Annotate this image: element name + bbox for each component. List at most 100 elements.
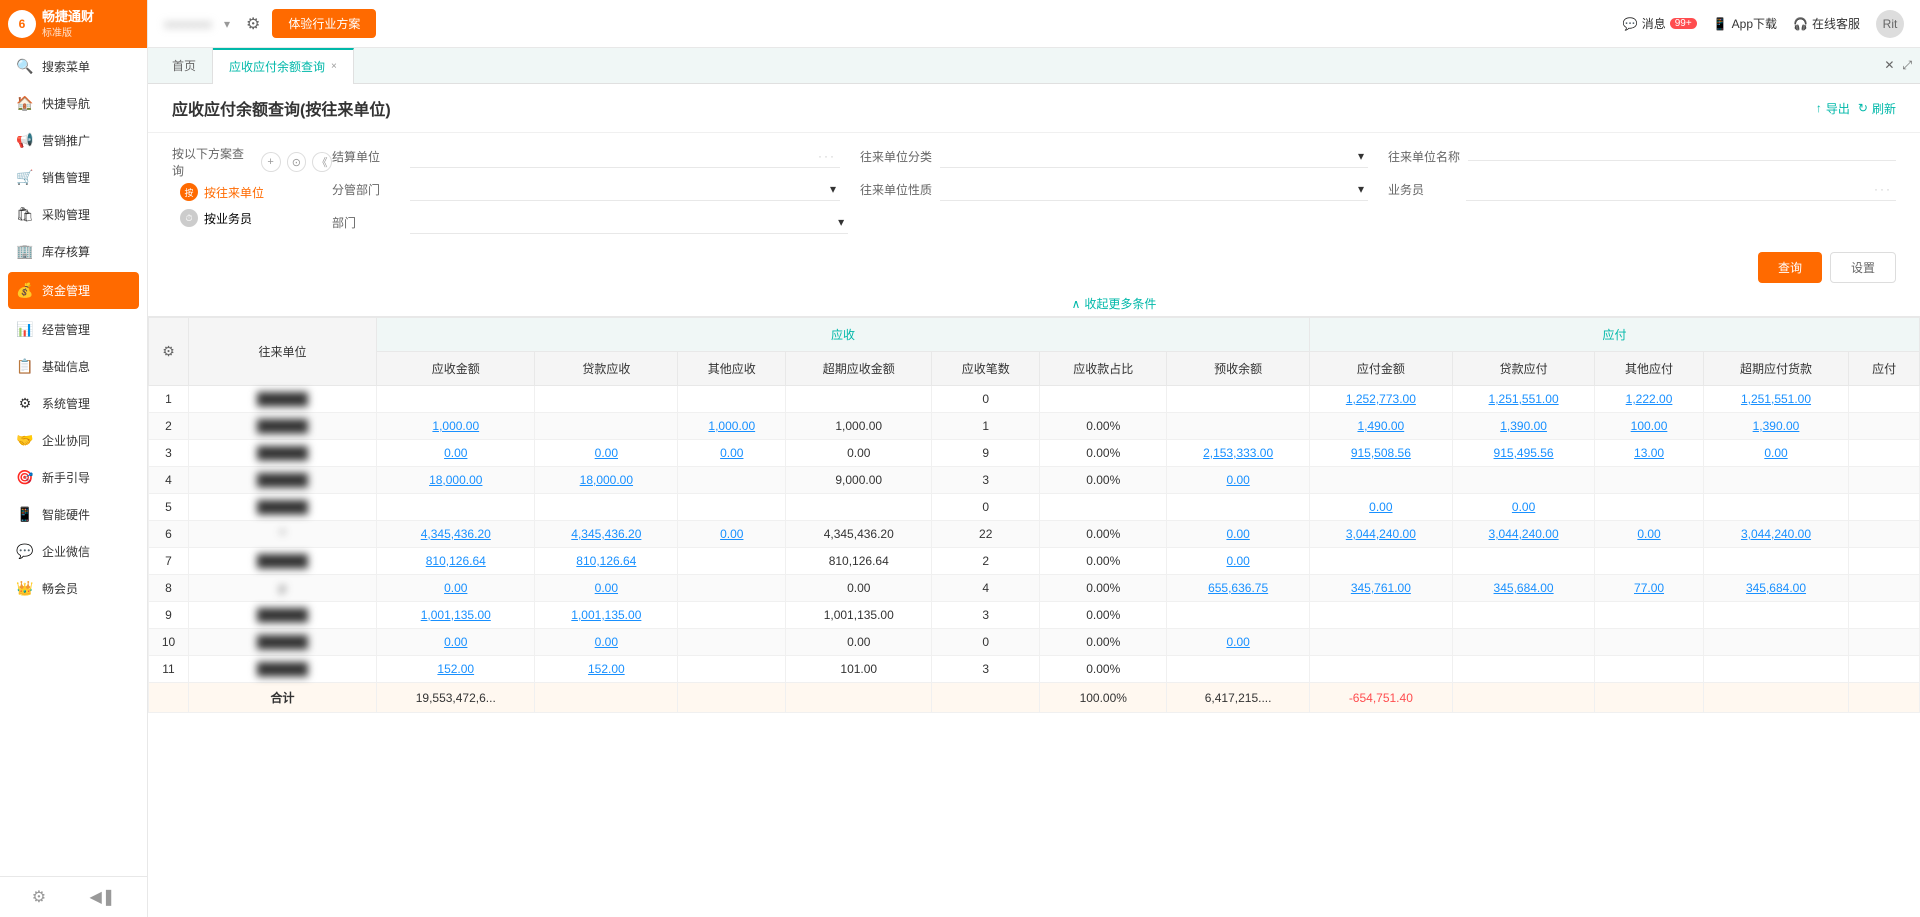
table-cell[interactable] bbox=[1595, 494, 1703, 521]
table-cell[interactable]: 1,001,135.00 bbox=[535, 602, 678, 629]
table-cell[interactable]: 1,390.00 bbox=[1452, 413, 1595, 440]
table-cell[interactable]: 0.00 bbox=[377, 575, 535, 602]
table-cell[interactable]: 915,495.56 bbox=[1452, 440, 1595, 467]
table-cell[interactable] bbox=[1703, 467, 1849, 494]
window-close-icon[interactable]: ✕ bbox=[1884, 58, 1894, 73]
table-cell[interactable] bbox=[535, 413, 678, 440]
user-avatar[interactable]: Rit bbox=[1876, 10, 1904, 38]
sidebar-item-search[interactable]: 🔍 搜索菜单 bbox=[0, 48, 147, 85]
table-cell[interactable] bbox=[1703, 548, 1849, 575]
table-cell[interactable]: 0.00 bbox=[1167, 521, 1310, 548]
add-scheme-button[interactable]: + bbox=[261, 152, 281, 172]
table-cell[interactable]: 655,636.75 bbox=[1167, 575, 1310, 602]
table-cell[interactable] bbox=[1703, 602, 1849, 629]
table-cell[interactable]: 0.00 bbox=[535, 629, 678, 656]
collapse-icon[interactable]: ◀❚ bbox=[90, 887, 116, 907]
table-cell[interactable]: 152.00 bbox=[377, 656, 535, 683]
table-cell[interactable] bbox=[1167, 602, 1310, 629]
table-cell[interactable]: 1,000.00 bbox=[678, 413, 786, 440]
table-cell[interactable]: 1,001,135.00 bbox=[377, 602, 535, 629]
table-cell[interactable] bbox=[377, 494, 535, 521]
online-service-button[interactable]: 🎧 在线客服 bbox=[1793, 15, 1860, 32]
sidebar-item-corp[interactable]: 🤝 企业协同 bbox=[0, 422, 147, 459]
table-cell[interactable] bbox=[1452, 602, 1595, 629]
tab-home[interactable]: 首页 bbox=[156, 48, 213, 84]
table-cell[interactable]: 345,761.00 bbox=[1309, 575, 1452, 602]
table-cell[interactable]: 0.00 bbox=[678, 521, 786, 548]
table-cell[interactable]: 18,000.00 bbox=[377, 467, 535, 494]
table-cell[interactable] bbox=[1309, 467, 1452, 494]
table-cell[interactable]: 1,252,773.00 bbox=[1309, 386, 1452, 413]
window-maximize-icon[interactable]: ⤢ bbox=[1902, 58, 1912, 73]
filter-input-salesperson[interactable]: ··· bbox=[1466, 178, 1896, 201]
table-cell[interactable]: 0.00 bbox=[1452, 494, 1595, 521]
table-cell[interactable]: 3,044,240.00 bbox=[1703, 521, 1849, 548]
table-cell[interactable]: 2,153,333.00 bbox=[1167, 440, 1310, 467]
filter-input-dept[interactable]: ▾ bbox=[410, 211, 848, 234]
table-cell[interactable]: 345,684.00 bbox=[1452, 575, 1595, 602]
filter-input-unit-category[interactable]: ▾ bbox=[940, 145, 1368, 168]
table-cell[interactable]: 0.00 bbox=[377, 629, 535, 656]
table-cell[interactable]: 152.00 bbox=[535, 656, 678, 683]
table-cell[interactable]: 4,345,436.20 bbox=[377, 521, 535, 548]
table-cell[interactable] bbox=[1167, 656, 1310, 683]
table-cell[interactable] bbox=[1595, 467, 1703, 494]
table-cell[interactable]: 0.00 bbox=[678, 440, 786, 467]
table-cell[interactable]: 0.00 bbox=[1309, 494, 1452, 521]
table-cell[interactable] bbox=[1595, 548, 1703, 575]
table-cell[interactable]: 345,684.00 bbox=[1703, 575, 1849, 602]
settings-icon[interactable]: ⚙ bbox=[32, 887, 46, 907]
table-cell[interactable]: 810,126.64 bbox=[535, 548, 678, 575]
table-cell[interactable]: 1,222.00 bbox=[1595, 386, 1703, 413]
table-cell[interactable]: 0.00 bbox=[535, 440, 678, 467]
sidebar-item-sales[interactable]: 🛒 销售管理 bbox=[0, 159, 147, 196]
settings-button[interactable]: 设置 bbox=[1830, 252, 1896, 283]
breadcrumb-chevron[interactable]: ▾ bbox=[224, 17, 230, 31]
table-cell[interactable] bbox=[1167, 386, 1310, 413]
export-button[interactable]: ↑ 导出 bbox=[1816, 100, 1850, 117]
table-cell[interactable]: 0.00 bbox=[377, 440, 535, 467]
table-cell[interactable] bbox=[1452, 548, 1595, 575]
table-cell[interactable] bbox=[678, 467, 786, 494]
table-cell[interactable] bbox=[678, 629, 786, 656]
table-cell[interactable]: 3,044,240.00 bbox=[1309, 521, 1452, 548]
table-cell[interactable] bbox=[678, 386, 786, 413]
table-cell[interactable]: 4,345,436.20 bbox=[535, 521, 678, 548]
table-cell[interactable] bbox=[1167, 494, 1310, 521]
sidebar-item-guide[interactable]: 🎯 新手引导 bbox=[0, 459, 147, 496]
table-cell[interactable] bbox=[1703, 494, 1849, 521]
table-cell[interactable]: 0.00 bbox=[1595, 521, 1703, 548]
table-cell[interactable] bbox=[1452, 467, 1595, 494]
collapse-button[interactable]: ∧ 收起更多条件 bbox=[332, 291, 1896, 316]
table-cell[interactable] bbox=[1309, 602, 1452, 629]
table-cell[interactable]: 810,126.64 bbox=[377, 548, 535, 575]
table-cell[interactable]: 77.00 bbox=[1595, 575, 1703, 602]
scheme-collapse-button[interactable]: 《 bbox=[312, 152, 332, 172]
filter-input-unit-nature[interactable]: ▾ bbox=[940, 178, 1368, 201]
sidebar-item-wechat[interactable]: 💬 企业微信 bbox=[0, 533, 147, 570]
table-cell[interactable] bbox=[535, 386, 678, 413]
table-cell[interactable] bbox=[1309, 629, 1452, 656]
table-cell[interactable]: 0.00 bbox=[1167, 548, 1310, 575]
sidebar-item-hardware[interactable]: 📱 智能硬件 bbox=[0, 496, 147, 533]
table-cell[interactable]: 18,000.00 bbox=[535, 467, 678, 494]
table-cell[interactable]: 1,390.00 bbox=[1703, 413, 1849, 440]
table-cell[interactable] bbox=[1703, 629, 1849, 656]
table-cell[interactable] bbox=[377, 386, 535, 413]
table-cell[interactable]: 1,251,551.00 bbox=[1452, 386, 1595, 413]
table-cell[interactable]: 3,044,240.00 bbox=[1452, 521, 1595, 548]
query-button[interactable]: 查询 bbox=[1758, 252, 1822, 283]
table-cell[interactable]: 1,490.00 bbox=[1309, 413, 1452, 440]
table-cell[interactable] bbox=[678, 494, 786, 521]
table-cell[interactable] bbox=[678, 602, 786, 629]
table-cell[interactable]: 1,251,551.00 bbox=[1703, 386, 1849, 413]
table-cell[interactable]: 0.00 bbox=[1167, 467, 1310, 494]
table-cell[interactable]: 915,508.56 bbox=[1309, 440, 1452, 467]
messages-button[interactable]: 💬 消息 99+ bbox=[1623, 15, 1697, 32]
refresh-button[interactable]: ↻ 刷新 bbox=[1858, 100, 1896, 117]
table-cell[interactable]: 0.00 bbox=[1703, 440, 1849, 467]
table-cell[interactable]: 100.00 bbox=[1595, 413, 1703, 440]
sidebar-item-finance[interactable]: 💰 资金管理 bbox=[8, 272, 139, 309]
table-cell[interactable] bbox=[1595, 629, 1703, 656]
industry-plan-button[interactable]: 体验行业方案 bbox=[272, 9, 376, 38]
